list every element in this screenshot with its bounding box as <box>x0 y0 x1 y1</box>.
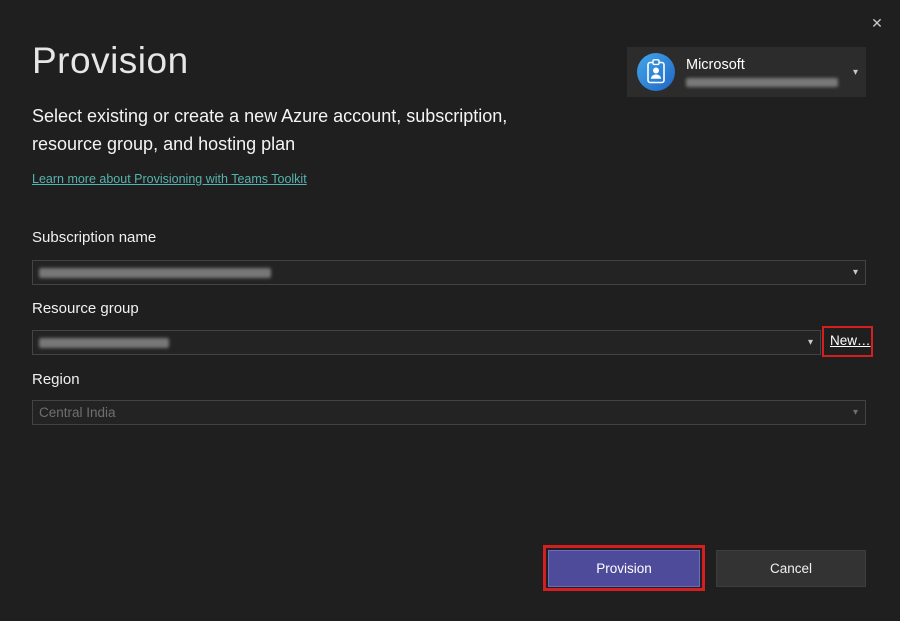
resource-group-label: Resource group <box>32 300 139 317</box>
chevron-down-icon: ▾ <box>853 267 858 278</box>
region-value: Central India <box>39 405 116 420</box>
account-email-redacted <box>686 78 838 87</box>
close-icon: ✕ <box>871 15 883 31</box>
page-title: Provision <box>32 40 189 82</box>
subscription-name-label: Subscription name <box>32 229 156 246</box>
account-info: Microsoft <box>686 57 838 87</box>
account-selector[interactable]: Microsoft ▾ <box>627 47 866 97</box>
chevron-down-icon: ▾ <box>808 337 813 348</box>
close-button[interactable]: ✕ <box>866 12 888 34</box>
resource-group-value-redacted <box>39 338 169 348</box>
subscription-value-redacted <box>39 268 271 278</box>
account-badge-icon <box>637 53 675 91</box>
chevron-down-icon[interactable]: ▾ <box>853 67 858 78</box>
subtitle-line-1: Select existing or create a new Azure ac… <box>32 102 507 130</box>
dialog-subtitle: Select existing or create a new Azure ac… <box>32 102 507 158</box>
subscription-select[interactable]: ▾ <box>32 260 866 285</box>
resource-group-select[interactable]: ▾ <box>32 330 821 355</box>
learn-more-link[interactable]: Learn more about Provisioning with Teams… <box>32 172 307 186</box>
region-select: Central India ▾ <box>32 400 866 425</box>
provision-dialog: ✕ Provision Microsoft ▾ <box>0 0 900 621</box>
account-provider-label: Microsoft <box>686 57 838 73</box>
provision-button[interactable]: Provision <box>548 550 700 587</box>
cancel-button[interactable]: Cancel <box>716 550 866 587</box>
chevron-down-icon: ▾ <box>853 407 858 418</box>
region-label: Region <box>32 371 80 388</box>
new-resource-group-link[interactable]: New… <box>830 333 871 348</box>
subtitle-line-2: resource group, and hosting plan <box>32 130 507 158</box>
